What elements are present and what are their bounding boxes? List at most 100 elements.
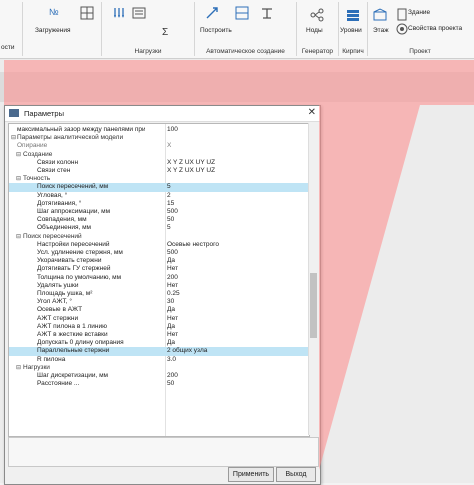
close-icon[interactable]: ✕ [308,107,316,118]
property-row[interactable]: Площадь ушка, м² 0.25 [9,290,309,298]
group-label-generator: Генератор [301,48,334,55]
grid-auto-icon[interactable] [235,6,249,20]
property-row[interactable]: Шаг аппроксимации, мм 500 [9,208,309,216]
property-row[interactable]: Шаг дискретизации, мм 200 [9,372,309,380]
collapse-icon[interactable]: ⊟ [11,134,16,142]
property-row[interactable]: Угол АЖТ, ° 30 [9,298,309,306]
property-value[interactable]: 15 [167,200,174,208]
vertical-scrollbar[interactable] [308,123,318,435]
property-value[interactable]: Нет [167,282,178,290]
property-name: АЖТ в жесткие вставки [37,331,108,338]
property-row[interactable]: максимальный зазор между панелями при ..… [9,126,309,134]
property-name: Связи колонн [37,158,79,166]
loadcase-icon[interactable]: № [48,5,62,19]
property-row[interactable]: Дотягивания, ° 15 [9,200,309,208]
property-row[interactable]: Объединения, мм 5 [9,224,309,232]
sigma-icon[interactable]: Σ [160,24,174,38]
nodes-icon[interactable] [310,8,324,22]
property-name: Удалять ушки [37,281,79,289]
property-name: Настройки пересечений [37,240,110,248]
exit-button[interactable]: Выход [276,467,316,482]
category-row[interactable]: ⊟ Поиск пересечений [9,233,309,241]
property-value[interactable]: 5 [167,224,171,232]
levels-button[interactable]: Уровни [340,27,362,34]
levels-icon[interactable] [346,8,360,22]
grid-icon[interactable] [80,6,94,20]
property-value[interactable]: 2 общих узла [167,347,207,355]
collapse-icon[interactable]: ⊟ [16,233,21,241]
property-value[interactable]: X [167,142,171,150]
property-value[interactable]: Да [167,323,175,331]
scrollbar-thumb[interactable] [310,273,317,338]
property-value[interactable]: 3.0 [167,356,176,364]
property-value[interactable]: 500 [167,208,178,216]
property-value[interactable]: Нет [167,315,178,323]
ribbon-group-generator: Ноды Генератор [297,2,339,56]
property-row[interactable]: АЖТ стержни Нет [9,315,309,323]
project-properties-button[interactable]: Свойства проекта [408,25,462,32]
property-name: Параллельные стержни [37,347,110,355]
property-value[interactable]: 200 [167,274,178,282]
property-value[interactable]: Да [167,306,175,314]
property-name: Точность [23,175,51,183]
floor-icon[interactable] [373,8,387,22]
collapse-icon[interactable]: ⊟ [16,364,21,372]
property-row[interactable]: Удалять ушки Нет [9,282,309,290]
ribbon-group-nagruzki: Σ Нагрузки [102,2,195,56]
property-value[interactable]: Нет [167,265,178,273]
property-row[interactable]: Настройки пересечений Осевые нестрого [9,241,309,249]
property-row[interactable]: Усл. удлинение стержня, мм 500 [9,249,309,257]
property-value[interactable]: 2 [167,192,171,200]
property-value[interactable]: 100 [167,126,178,134]
build-icon[interactable] [205,6,219,20]
dialog-titlebar[interactable]: Параметры ✕ [5,106,320,122]
property-value[interactable]: Да [167,257,175,265]
beam-icon[interactable] [260,6,274,20]
property-value[interactable]: X Y Z UX UY UZ [167,167,215,175]
property-value[interactable]: 30 [167,298,174,306]
property-name: Угловая, ° [37,191,68,199]
apply-button[interactable]: Применить [228,467,274,482]
ribbon-group-cut [0,2,23,56]
property-row[interactable]: АЖТ в жесткие вставки Нет [9,331,309,339]
property-row[interactable]: Поиск пересечений, мм 5 [9,183,309,192]
property-row[interactable]: Опирание X [9,142,309,150]
floor-button[interactable]: Этаж [373,27,389,34]
property-row[interactable]: Угловая, ° 2 [9,192,309,200]
category-row[interactable]: ⊟ Точность [9,175,309,183]
property-row[interactable]: Связи стен X Y Z UX UY UZ [9,167,309,175]
property-row[interactable]: Связи колонн X Y Z UX UY UZ [9,159,309,167]
property-row[interactable]: Параллельные стержни 2 общих узла [9,347,309,356]
load-list-icon[interactable] [132,6,146,20]
property-value[interactable]: 500 [167,249,178,257]
property-row[interactable]: Допускать 0 длину опирания Да [9,339,309,347]
property-row[interactable]: R пилона 3.0 [9,356,309,364]
collapse-icon[interactable]: ⊟ [16,151,21,159]
load-button[interactable]: Загружения [35,27,70,34]
property-value[interactable]: 50 [167,380,174,388]
nodes-button[interactable]: Ноды [306,27,323,34]
property-value[interactable]: Осевые нестрого [167,241,219,249]
property-row[interactable]: Совпадения, мм 50 [9,216,309,224]
build-button[interactable]: Построить [200,27,232,34]
category-row[interactable]: ⊟ Нагрузки [9,364,309,372]
ribbon-group-loads: № Загружения [23,2,102,56]
category-row[interactable]: ⊟ Параметры аналитической модели [9,134,309,142]
property-row[interactable]: АЖТ пилона в 1 линию Да [9,323,309,331]
property-row[interactable]: Расстояние ... 50 [9,380,309,388]
property-row[interactable]: Дотягивать ГУ стержней Нет [9,265,309,273]
property-value[interactable]: X Y Z UX UY UZ [167,159,215,167]
property-row[interactable]: Толщина по умолчанию, мм 200 [9,274,309,282]
load-arrows-icon[interactable] [112,6,126,20]
collapse-icon[interactable]: ⊟ [16,175,21,183]
property-row[interactable]: Осевые в АЖТ Да [9,306,309,314]
property-value[interactable]: 50 [167,216,174,224]
property-value[interactable]: Нет [167,331,178,339]
category-row[interactable]: ⊟ Создание [9,151,309,159]
property-value[interactable]: 200 [167,372,178,380]
property-value[interactable]: 5 [167,183,171,191]
building-icon [395,7,407,21]
property-value[interactable]: 0.25 [167,290,180,298]
building-button[interactable]: Здание [408,9,430,16]
property-row[interactable]: Укорачивать стержни Да [9,257,309,265]
